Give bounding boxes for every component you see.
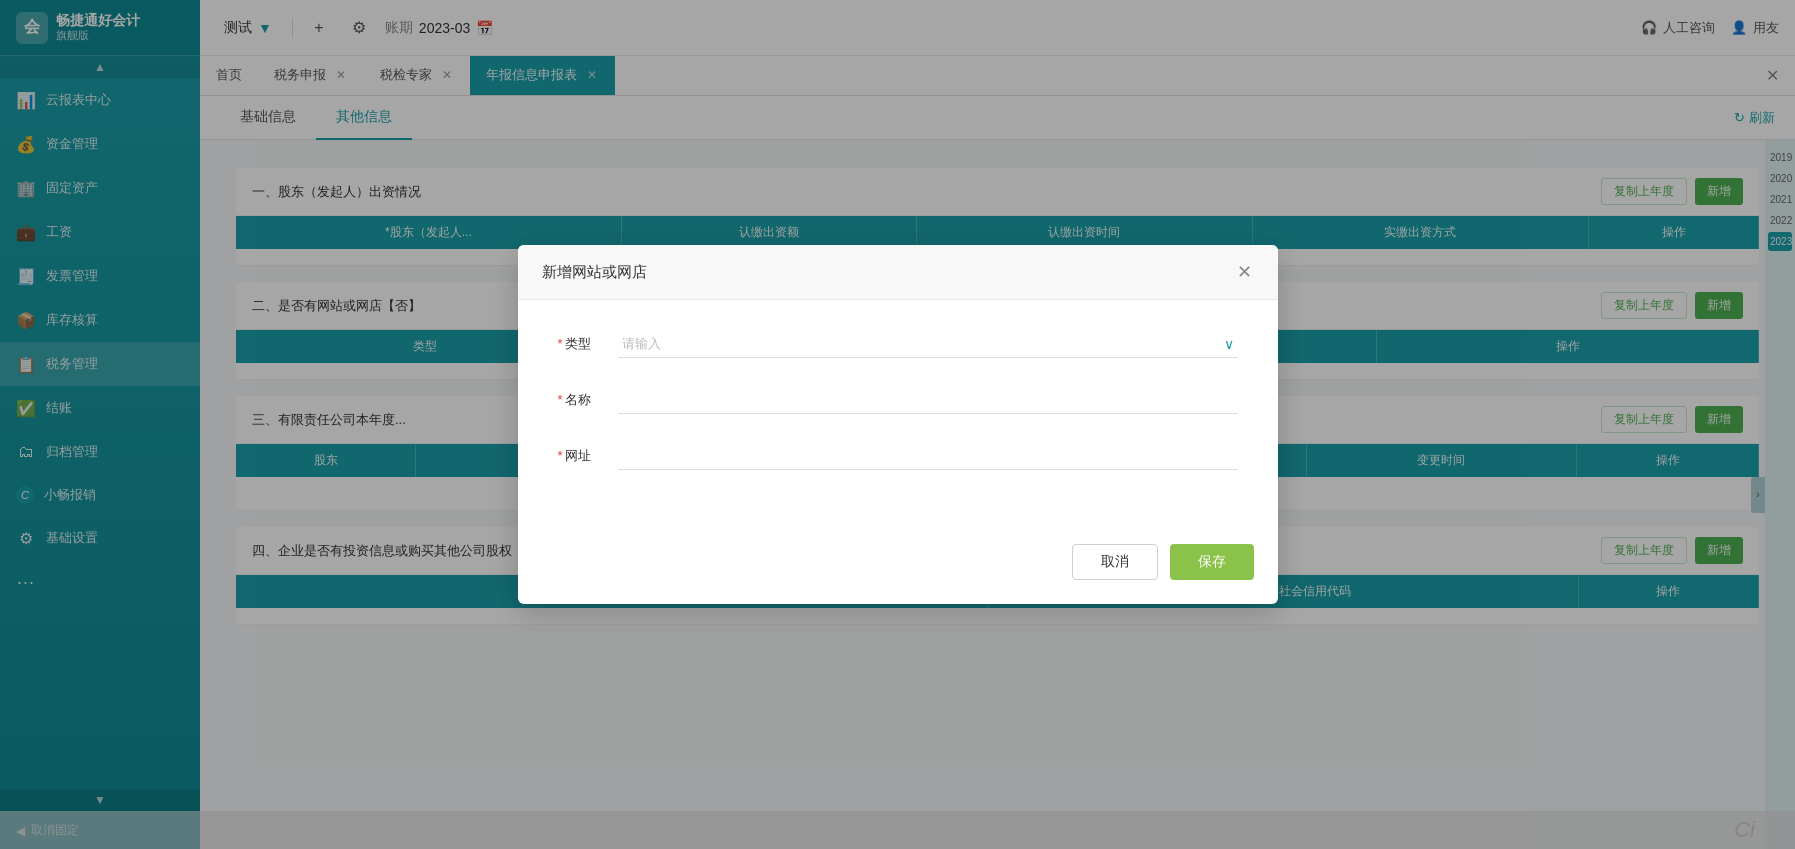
type-input-wrap: ∨: [618, 330, 1238, 358]
url-input-wrap: [618, 442, 1238, 470]
modal-header: 新增网站或网店 ✕: [518, 245, 1278, 300]
type-input[interactable]: [618, 330, 1238, 357]
modal-footer: 取消 保存: [518, 528, 1278, 604]
modal-overlay[interactable]: 新增网站或网店 ✕ *类型 ∨ *名称: [0, 0, 1795, 849]
name-label: *名称: [558, 391, 618, 409]
required-star: *: [558, 336, 563, 351]
url-input[interactable]: [618, 442, 1238, 469]
form-row-url: *网址: [558, 442, 1238, 470]
form-row-name: *名称: [558, 386, 1238, 414]
modal-close-button[interactable]: ✕: [1235, 261, 1254, 283]
dropdown-arrow-icon[interactable]: ∨: [1224, 336, 1234, 352]
name-input-wrap: [618, 386, 1238, 414]
name-input[interactable]: [618, 386, 1238, 413]
modal-add-website: 新增网站或网店 ✕ *类型 ∨ *名称: [518, 245, 1278, 604]
cancel-button[interactable]: 取消: [1072, 544, 1158, 580]
modal-body: *类型 ∨ *名称 *网址: [518, 300, 1278, 528]
save-button[interactable]: 保存: [1170, 544, 1254, 580]
required-star-url: *: [558, 448, 563, 463]
required-star-name: *: [558, 392, 563, 407]
form-row-type: *类型 ∨: [558, 330, 1238, 358]
url-label: *网址: [558, 447, 618, 465]
modal-title: 新增网站或网店: [542, 263, 647, 282]
type-label: *类型: [558, 335, 618, 353]
